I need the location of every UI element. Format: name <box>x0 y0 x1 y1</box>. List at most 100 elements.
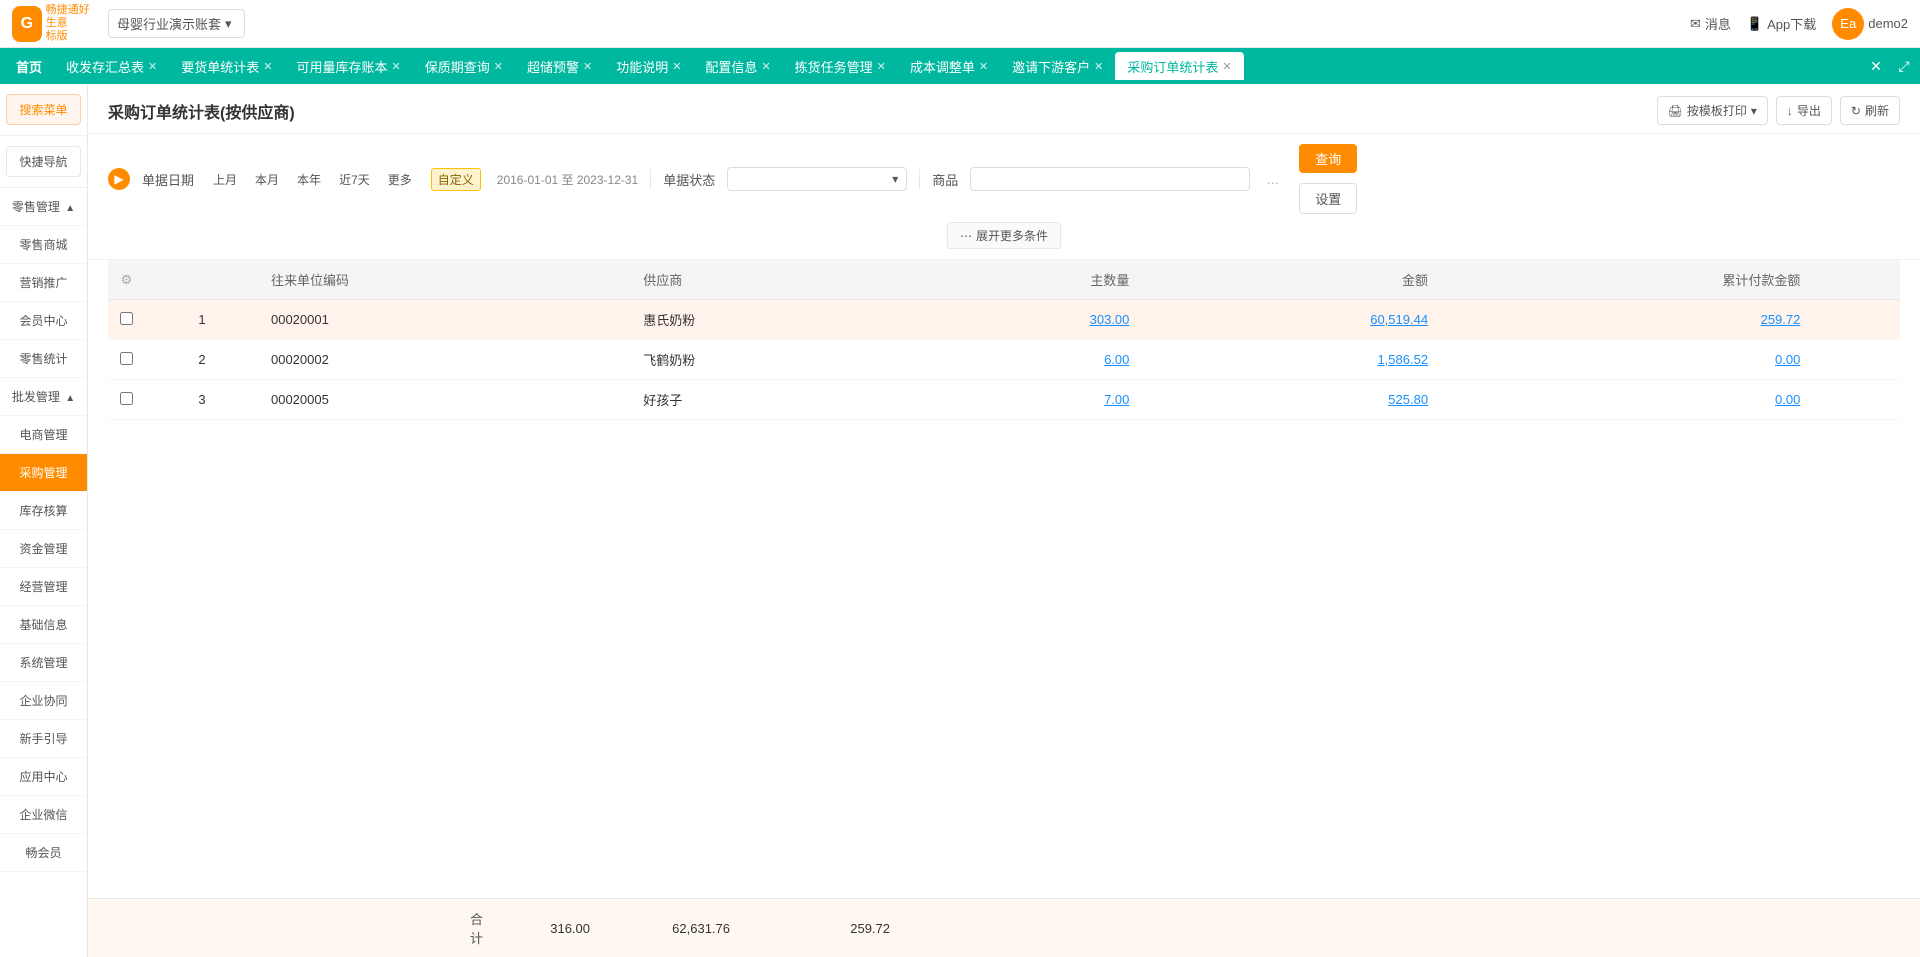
filter-action-col: 查询 设置 <box>1299 144 1357 214</box>
date-filter-label: 单据日期 <box>142 170 194 189</box>
expand-more-btn[interactable]: ⋯ 展开更多条件 <box>947 222 1061 249</box>
app-download-btn[interactable]: 📱 App下载 <box>1747 14 1816 33</box>
table-footer: 合计 316.00 62,631.76 259.72 <box>88 898 1920 957</box>
row-check[interactable] <box>108 380 145 420</box>
close-icon[interactable]: ✕ <box>392 60 401 73</box>
settings-btn[interactable]: 设置 <box>1299 183 1357 214</box>
tab-caigou-active[interactable]: 采购订单统计表 ✕ <box>1115 52 1243 80</box>
close-icon[interactable]: ✕ <box>583 60 592 73</box>
close-icon[interactable]: ✕ <box>263 60 272 73</box>
sidebar-item-lingshei-mall[interactable]: 零售商城 <box>0 226 87 264</box>
sidebar-item-basic-info[interactable]: 基础信息 <box>0 606 87 644</box>
close-icon[interactable]: ✕ <box>761 60 770 73</box>
tab-home[interactable]: 首页 <box>4 52 54 80</box>
sidebar: 搜索菜单 快捷导航 零售管理 ▲ 零售商城 营销推广 会员中心 零售统计 批发管… <box>0 84 88 957</box>
close-icon[interactable]: ✕ <box>877 60 886 73</box>
nav-close-btn[interactable]: ✕ <box>1864 54 1888 78</box>
search-menu-btn[interactable]: 搜索菜单 <box>6 94 81 125</box>
footer-paid-amount: 259.72 <box>730 921 890 936</box>
close-icon[interactable]: ✕ <box>1222 60 1231 73</box>
expand-down-icon: ⋯ <box>960 229 972 243</box>
date-btn-7days[interactable]: 近7天 <box>332 168 377 191</box>
sidebar-item-app-center[interactable]: 应用中心 <box>0 758 87 796</box>
template-print-btn[interactable]: 🖨 按模板打印 ▾ <box>1657 96 1768 125</box>
tab-yaoqing[interactable]: 邀请下游客户 ✕ <box>1000 52 1115 80</box>
sidebar-item-system[interactable]: 系统管理 <box>0 644 87 682</box>
tab-shoufacun[interactable]: 收发存汇总表 ✕ <box>54 52 169 80</box>
header-actions: 🖨 按模板打印 ▾ ↓ 导出 ↻ 刷新 <box>1657 96 1900 125</box>
sidebar-quick-nav-area: 快捷导航 <box>0 136 87 188</box>
query-btn[interactable]: 查询 <box>1299 144 1357 173</box>
sidebar-item-ecommerce[interactable]: 电商管理 <box>0 416 87 454</box>
date-custom-tag[interactable]: 自定义 <box>431 168 481 191</box>
refresh-icon: ↻ <box>1851 104 1861 118</box>
sidebar-item-member2[interactable]: 畅会员 <box>0 834 87 872</box>
close-icon[interactable]: ✕ <box>672 60 681 73</box>
close-icon[interactable]: ✕ <box>1094 60 1103 73</box>
close-icon[interactable]: ✕ <box>148 60 157 73</box>
row-quantity: 6.00 <box>909 340 1142 380</box>
tab-yaohuo[interactable]: 要货单统计表 ✕ <box>169 52 284 80</box>
tab-baozhi[interactable]: 保质期查询 ✕ <box>413 52 515 80</box>
main-layout: 搜索菜单 快捷导航 零售管理 ▲ 零售商城 营销推广 会员中心 零售统计 批发管… <box>0 84 1920 957</box>
date-range-text: 2016-01-01 至 2023-12-31 <box>497 171 638 188</box>
date-btn-this-year[interactable]: 本年 <box>290 168 328 191</box>
sidebar-item-retail-stats[interactable]: 零售统计 <box>0 340 87 378</box>
select-dropdown-icon: ▾ <box>892 172 898 186</box>
table-header-row: ⚙ 往来单位编码 供应商 主数量 金额 累计付款金额 <box>108 260 1900 300</box>
tab-kuyongliang[interactable]: 可用量库存账本 ✕ <box>284 52 412 80</box>
tab-chaoyujing[interactable]: 超储预警 ✕ <box>515 52 604 80</box>
status-filter-select[interactable]: ▾ <box>727 167 907 191</box>
row-check[interactable] <box>108 340 145 380</box>
sidebar-item-purchase[interactable]: 采购管理 <box>0 454 87 492</box>
workspace-selector[interactable]: 母婴行业演示账套 ▾ <box>108 9 245 38</box>
sidebar-item-enterprise[interactable]: 企业协同 <box>0 682 87 720</box>
user-avatar-area[interactable]: Ea demo2 <box>1832 8 1908 40</box>
sidebar-item-inventory[interactable]: 库存核算 <box>0 492 87 530</box>
tab-peizhixinxi[interactable]: 配置信息 ✕ <box>693 52 782 80</box>
logo-icon: G <box>12 6 42 42</box>
sidebar-item-finance[interactable]: 资金管理 <box>0 530 87 568</box>
table-row: 3 00020005 好孩子 7.00 525.80 0.00 <box>108 380 1900 420</box>
table-row: 1 00020001 惠氏奶粉 303.00 60,519.44 259.72 <box>108 300 1900 340</box>
tab-chengbentiaozeng[interactable]: 成本调整单 ✕ <box>898 52 1000 80</box>
row-paid-amount: 0.00 <box>1440 380 1812 420</box>
date-btn-last-month[interactable]: 上月 <box>206 168 244 191</box>
close-icon[interactable]: ✕ <box>979 60 988 73</box>
close-icon[interactable]: ✕ <box>494 60 503 73</box>
sidebar-item-marketing[interactable]: 营销推广 <box>0 264 87 302</box>
sidebar-item-wechat[interactable]: 企业微信 <box>0 796 87 834</box>
refresh-btn[interactable]: ↻ 刷新 <box>1840 96 1900 125</box>
footer-quantity: 316.00 <box>470 921 590 936</box>
row-supplier: 惠氏奶粉 <box>631 300 908 340</box>
sidebar-item-operation[interactable]: 经营管理 <box>0 568 87 606</box>
row-extra <box>1812 340 1900 380</box>
column-settings-icon[interactable]: ⚙ <box>121 272 133 287</box>
filter-area: ▶ 单据日期 上月 本月 本年 近7天 更多 自定义 2016-01-01 至 … <box>88 134 1920 260</box>
export-btn[interactable]: ↓ 导出 <box>1776 96 1832 125</box>
sidebar-item-wholesale[interactable]: 批发管理 ▲ <box>0 378 87 416</box>
tab-gongneng[interactable]: 功能说明 ✕ <box>604 52 693 80</box>
date-btn-this-month[interactable]: 本月 <box>248 168 286 191</box>
footer-amount: 62,631.76 <box>590 921 730 936</box>
row-extra <box>1812 380 1900 420</box>
filter-divider <box>650 169 651 189</box>
sidebar-item-member[interactable]: 会员中心 <box>0 302 87 340</box>
page-header: 采购订单统计表(按供应商) 🖨 按模板打印 ▾ ↓ 导出 ↻ 刷新 <box>88 84 1920 134</box>
tab-jianhuo[interactable]: 拣货任务管理 ✕ <box>783 52 898 80</box>
col-extra <box>1812 260 1900 300</box>
sidebar-item-newbie[interactable]: 新手引导 <box>0 720 87 758</box>
more-options-icon[interactable]: … <box>1266 172 1279 187</box>
date-btn-more[interactable]: 更多 <box>381 168 419 191</box>
sidebar-item-lingshei-mgmt[interactable]: 零售管理 ▲ <box>0 188 87 226</box>
goods-filter-input[interactable] <box>970 167 1250 191</box>
col-quantity: 主数量 <box>909 260 1142 300</box>
quick-nav-btn[interactable]: 快捷导航 <box>6 146 81 177</box>
filter-toggle-btn[interactable]: ▶ <box>108 168 130 190</box>
table-container: ⚙ 往来单位编码 供应商 主数量 金额 累计付款金额 1 00020001 <box>88 260 1920 898</box>
row-unit-code: 00020005 <box>259 380 631 420</box>
col-paid-amount: 累计付款金额 <box>1440 260 1812 300</box>
message-btn[interactable]: ✉ 消息 <box>1690 14 1731 33</box>
nav-maximize-btn[interactable]: ⤢ <box>1892 54 1916 78</box>
row-check[interactable] <box>108 300 145 340</box>
